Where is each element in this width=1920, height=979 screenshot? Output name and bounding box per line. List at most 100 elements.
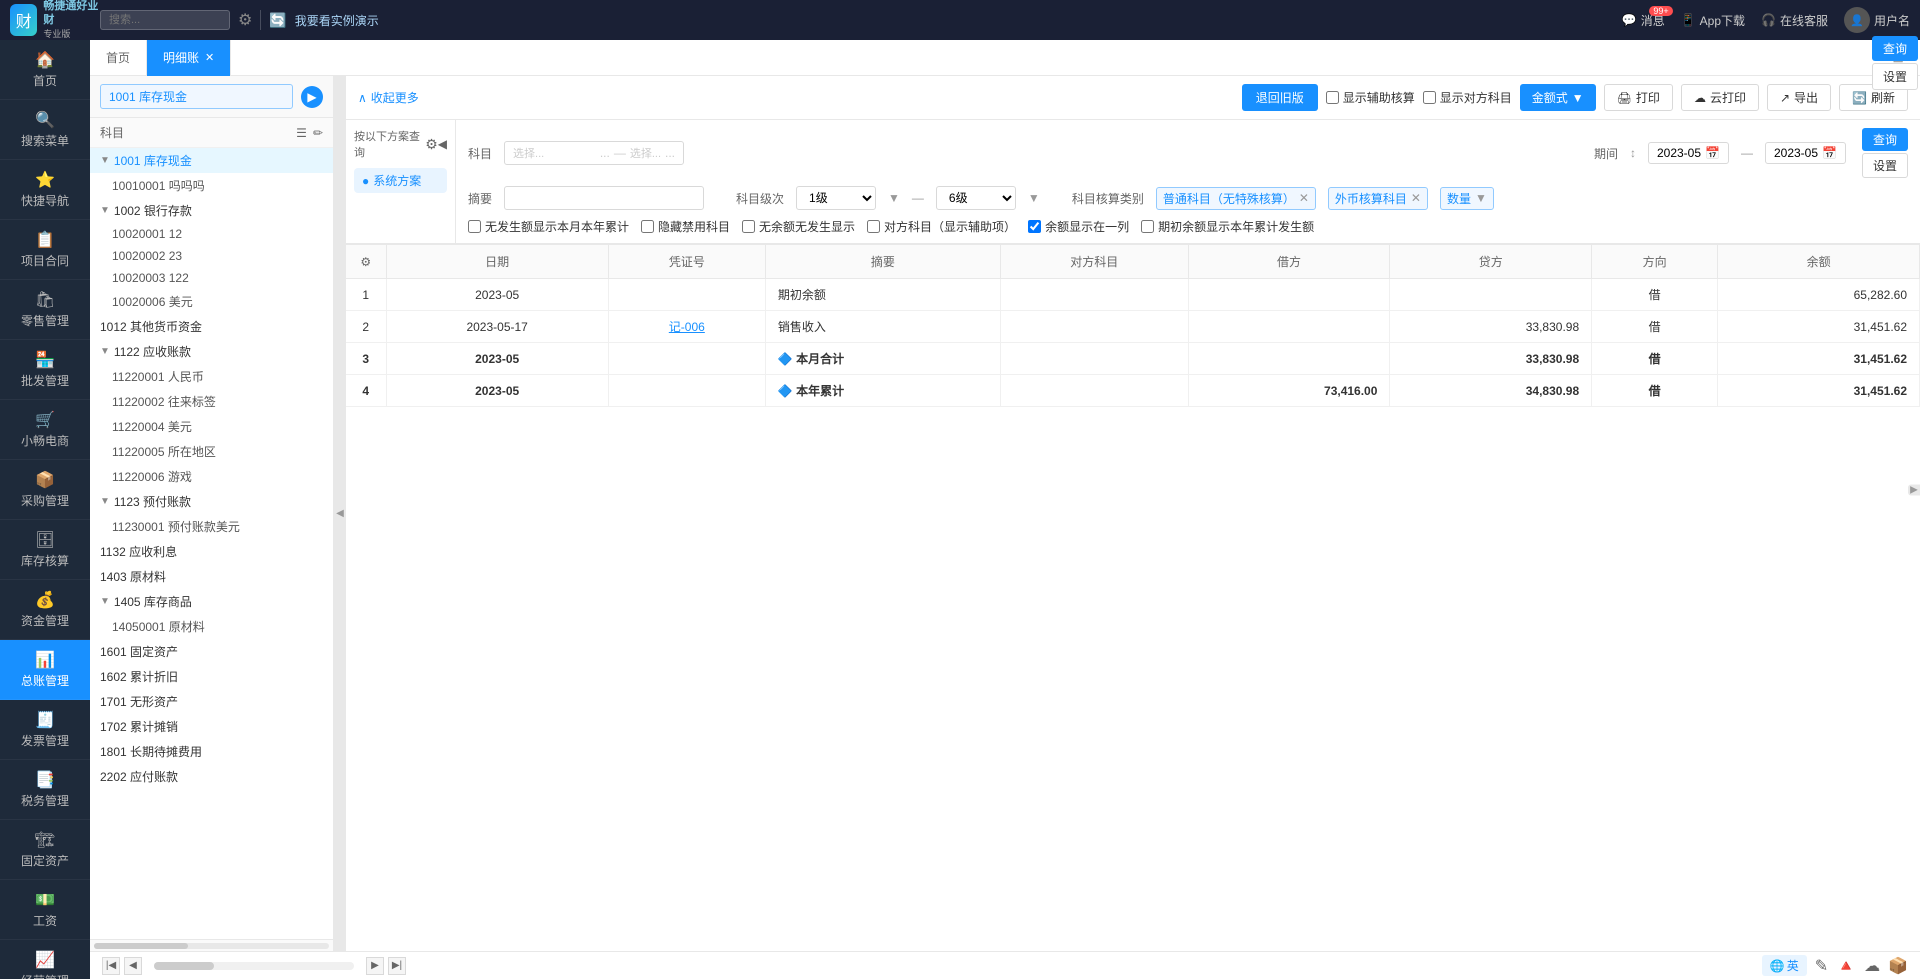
nav-next-btn[interactable]: ▶	[366, 957, 384, 975]
checkbox-show-ytd-input[interactable]	[1141, 220, 1154, 233]
tab-home[interactable]: 首页	[90, 40, 147, 76]
sidebar-item-inventory[interactable]: 🗄 库存核算	[0, 520, 90, 580]
tag-quantity[interactable]: 数量 ▼	[1440, 187, 1494, 210]
sidebar-item-purchase[interactable]: 📦 采购管理	[0, 460, 90, 520]
tag-foreign-currency[interactable]: 外币核算科目 ✕	[1328, 187, 1428, 210]
settings-right-btn[interactable]: 设置	[1872, 76, 1918, 90]
tree-node-1602[interactable]: 1602 累计折旧	[90, 664, 333, 689]
list-view-icon[interactable]: ☰	[296, 126, 307, 140]
tag-quantity-dropdown[interactable]: ▼	[1475, 191, 1487, 205]
tree-node-10020006[interactable]: 10020006 美元	[90, 289, 333, 314]
bottom-scrollbar[interactable]	[154, 962, 354, 970]
row2-voucher[interactable]: 记-006	[608, 311, 765, 343]
checkbox-no-balance[interactable]: 无发生额显示本月本年累计	[468, 218, 629, 235]
settings-icon[interactable]: ⚙	[238, 10, 252, 30]
summary-input[interactable]	[504, 186, 704, 210]
query-main-btn[interactable]: 查询	[1862, 128, 1908, 151]
scheme-collapse-icon[interactable]: ◀	[438, 137, 447, 151]
subject-level-start-select[interactable]: 1级	[796, 186, 876, 210]
show-aux-checkbox[interactable]: 显示辅助核算	[1326, 89, 1415, 106]
account-selector[interactable]: 1001 库存现金	[100, 84, 293, 109]
cloud-print-btn[interactable]: ☁ 云打印	[1681, 84, 1759, 111]
period-start-input[interactable]: 2023-05 📅	[1648, 142, 1729, 164]
checkbox-show-ytd[interactable]: 期初余额显示本年累计发生额	[1141, 218, 1314, 235]
tree-node-1123[interactable]: ▼ 1123 预付账款	[90, 489, 333, 514]
tree-node-1702[interactable]: 1702 累计摊销	[90, 714, 333, 739]
sidebar-item-payroll[interactable]: 💵 工资	[0, 880, 90, 940]
lang-btn[interactable]: 🌐 英	[1762, 955, 1807, 976]
account-nav-btn[interactable]: ▶	[301, 86, 323, 108]
messages-btn[interactable]: 💬 消息 99+	[1622, 12, 1665, 29]
checkbox-no-balance2[interactable]: 无余额无发生显示	[742, 218, 855, 235]
checkbox-balance-row[interactable]: 余额显示在一列	[1028, 218, 1129, 235]
print-btn[interactable]: 🖨 打印	[1604, 84, 1673, 111]
col-settings[interactable]: ⚙	[346, 245, 386, 279]
back-old-btn[interactable]: 退回旧版	[1242, 84, 1318, 111]
tree-node-11230001[interactable]: 11230001 预付账款美元	[90, 514, 333, 539]
tree-node-1012[interactable]: 1012 其他货币资金	[90, 314, 333, 339]
subject-level-end-select[interactable]: 6级	[936, 186, 1016, 210]
collapse-more-btn[interactable]: ∧ 收起更多	[358, 89, 419, 106]
tree-node-10020001[interactable]: 10020001 12	[90, 223, 333, 245]
checkbox-show-opposite-input[interactable]	[867, 220, 880, 233]
sidebar-item-invoice[interactable]: 🧾 发票管理	[0, 700, 90, 760]
tool-icon-3[interactable]: ☁	[1864, 956, 1880, 976]
app-download-btn[interactable]: 📱 App下载	[1681, 12, 1745, 29]
tree-node-1002[interactable]: ▼ 1002 银行存款	[90, 198, 333, 223]
voucher-link[interactable]: 记-006	[669, 320, 705, 334]
tag-foreign-close[interactable]: ✕	[1411, 191, 1421, 205]
tab-detail[interactable]: 明细账 ✕	[147, 40, 231, 76]
tree-node-1405[interactable]: ▼ 1405 库存商品	[90, 589, 333, 614]
nav-prev-btn[interactable]: ◀	[124, 957, 142, 975]
tab-close-icon[interactable]: ✕	[205, 51, 214, 64]
tree-node-1122[interactable]: ▼ 1122 应收账款	[90, 339, 333, 364]
checkbox-balance-row-input[interactable]	[1028, 220, 1041, 233]
checkbox-hide-disabled-input[interactable]	[641, 220, 654, 233]
side-collapse-btn[interactable]: ◀	[334, 76, 346, 951]
edit-icon[interactable]: ✏	[313, 126, 323, 140]
show-aux-input[interactable]	[1326, 91, 1339, 104]
tree-node-11220004[interactable]: 11220004 美元	[90, 414, 333, 439]
tree-node-11220006[interactable]: 11220006 游戏	[90, 464, 333, 489]
checkbox-no-balance2-input[interactable]	[742, 220, 755, 233]
tree-node-1132[interactable]: 1132 应收利息	[90, 539, 333, 564]
tree-node-1701[interactable]: 1701 无形资产	[90, 689, 333, 714]
sidebar-item-wholesale[interactable]: 🏪 批发管理	[0, 340, 90, 400]
sidebar-item-accounting[interactable]: 📊 总账管理	[0, 640, 90, 700]
right-side-collapse-btn[interactable]: ▶	[1908, 484, 1920, 495]
sidebar-item-tax[interactable]: 📑 税务管理	[0, 760, 90, 820]
sidebar-item-assets[interactable]: 🏗 固定资产	[0, 820, 90, 880]
export-btn[interactable]: ↗ 导出	[1767, 84, 1831, 111]
period-type-icon[interactable]: ↕	[1630, 146, 1636, 160]
checkbox-show-opposite[interactable]: 对方科目（显示辅助项）	[867, 218, 1016, 235]
tree-node-10010001[interactable]: 10010001 吗吗吗	[90, 173, 333, 198]
sidebar-item-search[interactable]: 🔍 搜索菜单	[0, 100, 90, 160]
sidebar-item-operations[interactable]: 📈 经营管理	[0, 940, 90, 979]
tool-icon-1[interactable]: ✎	[1815, 956, 1828, 976]
period-end-input[interactable]: 2023-05 📅	[1765, 142, 1846, 164]
online-service-btn[interactable]: 🎧 在线客服	[1761, 12, 1828, 29]
tree-node-10020003[interactable]: 10020003 122	[90, 267, 333, 289]
tree-node-14050001[interactable]: 14050001 原材料	[90, 614, 333, 639]
scheme-setting-icon[interactable]: ⚙	[425, 136, 438, 153]
tree-node-1001[interactable]: ▼ 1001 库存现金	[90, 148, 333, 173]
tool-icon-4[interactable]: 📦	[1888, 956, 1908, 976]
tree-node-1801[interactable]: 1801 长期待摊费用	[90, 739, 333, 764]
top-search-input[interactable]	[100, 10, 230, 30]
tag-normal-close[interactable]: ✕	[1299, 191, 1309, 205]
checkbox-hide-disabled[interactable]: 隐藏禁用科目	[641, 218, 730, 235]
sidebar-item-project[interactable]: 📋 项目合同	[0, 220, 90, 280]
checkbox-no-balance-input[interactable]	[468, 220, 481, 233]
tree-node-1601[interactable]: 1601 固定资产	[90, 639, 333, 664]
tree-node-2202[interactable]: 2202 应付账款	[90, 764, 333, 789]
tree-node-1403[interactable]: 1403 原材料	[90, 564, 333, 589]
sidebar-item-ecommerce[interactable]: 🛒 小畅电商	[0, 400, 90, 460]
currency-dropdown-btn[interactable]: 金额式 ▼	[1520, 84, 1596, 111]
nav-first-btn[interactable]: |◀	[102, 957, 120, 975]
tree-node-11220002[interactable]: 11220002 往来标签	[90, 389, 333, 414]
scheme-item-default[interactable]: ● 系统方案	[354, 168, 447, 193]
sidebar-item-quick-nav[interactable]: ⭐ 快捷导航	[0, 160, 90, 220]
tree-node-11220001[interactable]: 11220001 人民币	[90, 364, 333, 389]
subject-input-wrapper[interactable]: 选择... ... — 选择... ...	[504, 141, 684, 165]
nav-last-btn[interactable]: ▶|	[388, 957, 406, 975]
